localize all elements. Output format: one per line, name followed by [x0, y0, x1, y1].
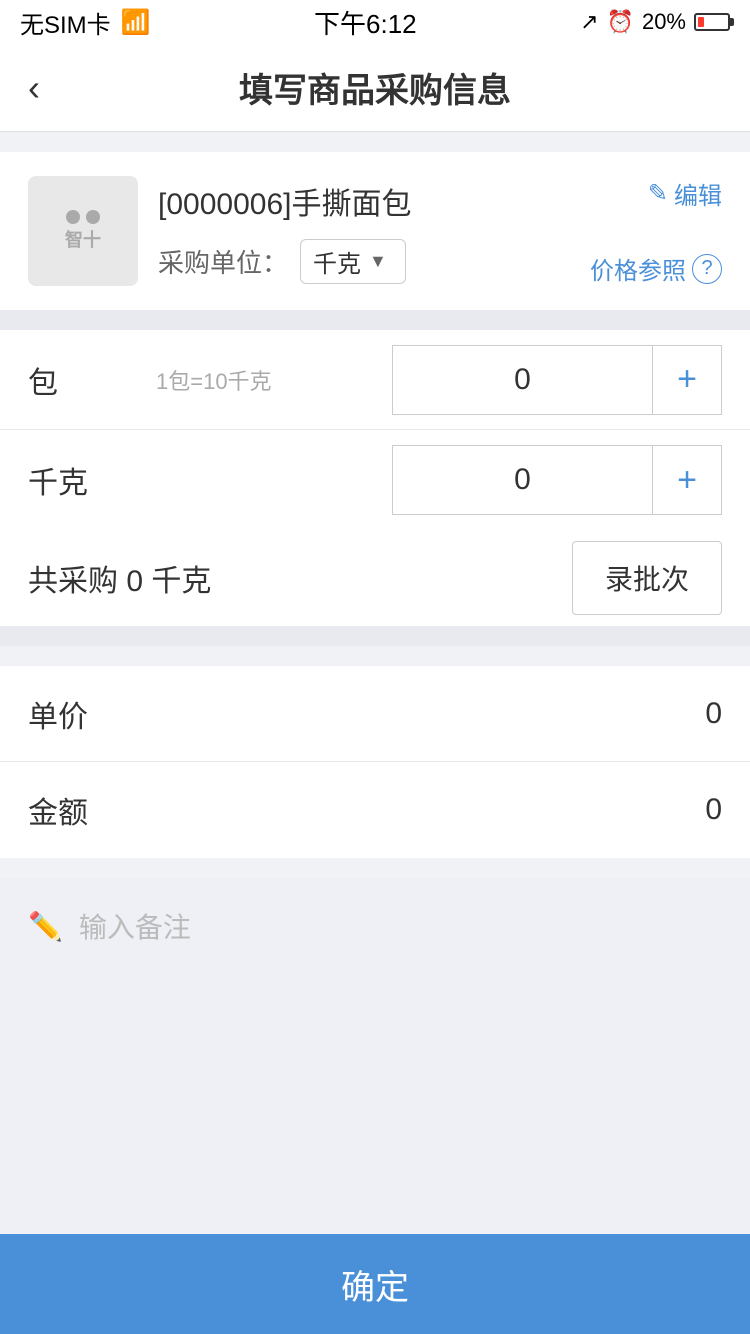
- edit-label: 编辑: [674, 176, 722, 211]
- unit-price-row: 单价 0: [0, 666, 750, 762]
- battery-body: [694, 13, 730, 31]
- price-ref-label: 价格参照: [590, 251, 686, 286]
- alarm-icon: ⏰: [607, 9, 634, 35]
- unit-price-value: 0: [705, 697, 722, 731]
- status-bar: 无SIM卡 📶 下午6:12 ↗ ⏰ 20%: [0, 0, 750, 44]
- carrier-label: 无SIM卡: [20, 5, 111, 40]
- notes-section[interactable]: ✏️ 输入备注: [0, 878, 750, 974]
- kg-input-row: 千克 +: [0, 430, 750, 530]
- location-icon: ↗: [580, 9, 598, 35]
- amount-value: 0: [705, 793, 722, 827]
- owl-text: 智十: [65, 226, 101, 252]
- summary-text: 共采购 0 千克: [28, 556, 572, 600]
- back-button[interactable]: ‹: [28, 67, 40, 109]
- help-icon: ?: [692, 254, 722, 284]
- unit-price-label: 单价: [28, 692, 705, 736]
- owl-eyes: [66, 210, 100, 224]
- chevron-down-icon: ▼: [369, 251, 387, 272]
- bao-input-right: +: [392, 345, 722, 415]
- product-card: 智十 [0000006]手撕面包 采购单位： 千克 ▼ ✎ 编辑 价格参照 ?: [0, 152, 750, 310]
- battery-indicator: [694, 13, 730, 31]
- kg-label: 千克: [28, 458, 148, 502]
- empty-space: [0, 974, 750, 1274]
- unit-value: 千克: [313, 244, 361, 279]
- status-time: 下午6:12: [314, 4, 417, 41]
- kg-input-right: +: [392, 445, 722, 515]
- wifi-icon: 📶: [121, 8, 151, 37]
- quantity-input-section: 包 1包=10千克 + 千克 +: [0, 330, 750, 530]
- kg-quantity-input[interactable]: [392, 445, 652, 515]
- bao-label: 包: [28, 358, 148, 402]
- confirm-label: 确定: [341, 1260, 409, 1309]
- price-ref-button[interactable]: 价格参照 ?: [590, 251, 722, 286]
- bao-quantity-input[interactable]: [392, 345, 652, 415]
- status-right: ↗ ⏰ 20%: [580, 9, 730, 35]
- price-section: 单价 0 金额 0: [0, 666, 750, 858]
- battery-fill: [698, 17, 704, 27]
- status-left: 无SIM卡 📶: [20, 5, 151, 40]
- page-title: 填写商品采购信息: [239, 63, 511, 112]
- edit-button[interactable]: ✎ 编辑: [648, 176, 722, 211]
- battery-percent: 20%: [642, 9, 686, 35]
- bao-plus-button[interactable]: +: [652, 345, 722, 415]
- unit-label: 采购单位：: [158, 243, 288, 280]
- amount-label: 金额: [28, 788, 705, 832]
- pencil-icon: ✏️: [28, 910, 63, 943]
- product-name: [0000006]手撕面包: [158, 179, 722, 223]
- amount-row: 金额 0: [0, 762, 750, 858]
- divider-1: [0, 310, 750, 330]
- divider-2: [0, 626, 750, 646]
- notes-placeholder: 输入备注: [79, 906, 191, 946]
- edit-icon: ✎: [648, 179, 668, 208]
- unit-dropdown[interactable]: 千克 ▼: [300, 239, 406, 284]
- product-thumbnail: 智十: [28, 176, 138, 286]
- batch-button[interactable]: 录批次: [572, 541, 722, 615]
- summary-row: 共采购 0 千克 录批次: [0, 530, 750, 626]
- kg-plus-button[interactable]: +: [652, 445, 722, 515]
- owl-logo: 智十: [65, 210, 101, 252]
- bao-sublabel: 1包=10千克: [156, 364, 272, 396]
- confirm-button[interactable]: 确定: [0, 1234, 750, 1334]
- nav-bar: ‹ 填写商品采购信息: [0, 44, 750, 132]
- bao-input-row: 包 1包=10千克 +: [0, 330, 750, 430]
